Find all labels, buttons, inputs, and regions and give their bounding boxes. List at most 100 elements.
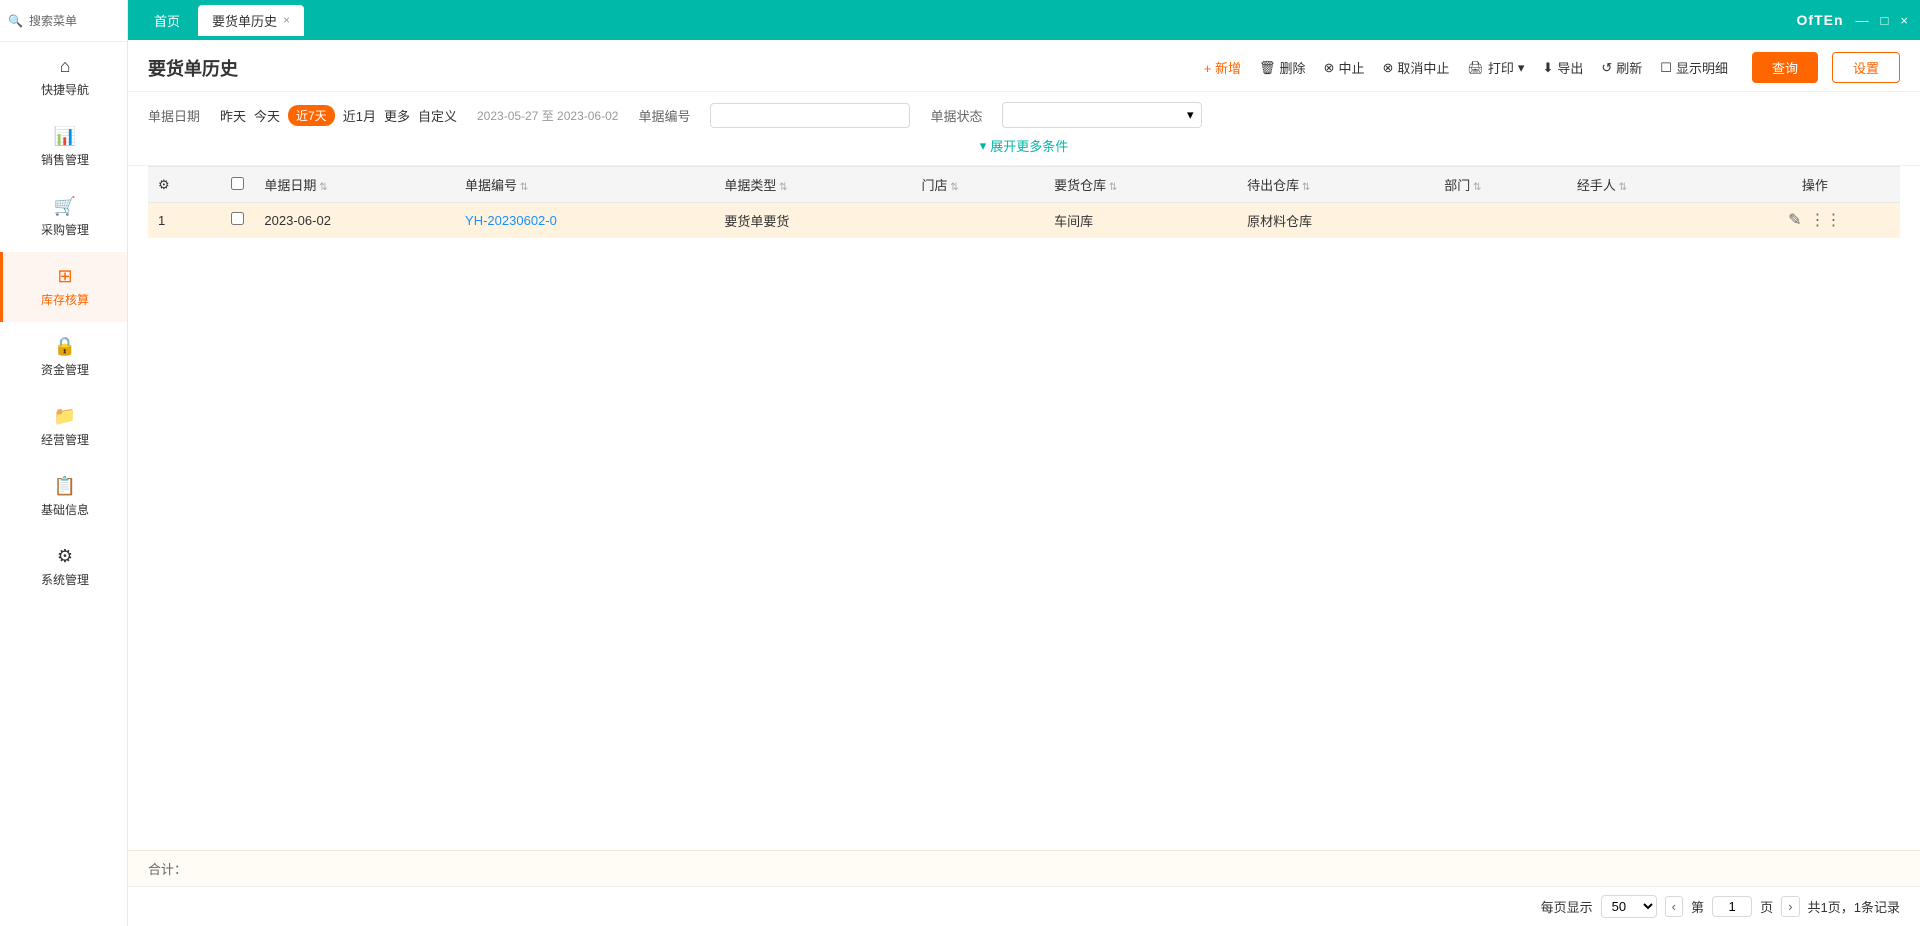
date-filter-label: 单据日期	[148, 106, 200, 125]
row-op: ✎ ⋮⋮	[1730, 203, 1900, 238]
sidebar-item-finance[interactable]: 🔒 资金管理	[0, 322, 127, 392]
finance-icon: 🔒	[54, 336, 76, 357]
expand-btn[interactable]: ▾ 展开更多条件	[980, 136, 1069, 155]
refresh-button[interactable]: ↺ 刷新	[1599, 54, 1644, 81]
sidebar-item-basic[interactable]: 📋 基础信息	[0, 462, 127, 532]
date-btn-today[interactable]: 今天	[254, 106, 280, 125]
total-label: 合计：	[148, 859, 187, 878]
dropdown-icon: ▾	[1187, 107, 1194, 123]
filter-row-expand: ▾ 展开更多条件	[148, 136, 1900, 155]
home-icon: ⌂	[60, 56, 71, 77]
doc-no-input[interactable]	[710, 103, 910, 128]
col-header-handler[interactable]: 经手人	[1567, 167, 1730, 203]
sidebar-item-label: 快捷导航	[41, 81, 89, 98]
col-header-dept[interactable]: 部门	[1434, 167, 1567, 203]
sidebar-item-sales[interactable]: 📊 销售管理	[0, 112, 127, 182]
print-dropdown-icon: ▾	[1518, 60, 1525, 76]
cancel-stop-icon: ⊗	[1382, 60, 1393, 76]
date-btn-custom[interactable]: 自定义	[418, 106, 457, 125]
maximize-btn[interactable]: □	[1881, 13, 1889, 28]
sidebar-item-system[interactable]: ⚙ 系统管理	[0, 532, 127, 602]
col-settings-icon[interactable]: ⚙	[158, 177, 170, 192]
settings-col-header: ⚙	[148, 167, 221, 203]
col-header-doc-date[interactable]: 单据日期	[254, 167, 455, 203]
col-header-store[interactable]: 门店	[912, 167, 1045, 203]
date-btn-more[interactable]: 更多	[384, 106, 410, 125]
row-doc-no: YH-20230602-0	[455, 203, 714, 238]
table-header: ⚙ 单据日期 单据编号 单据类型 门店 要货仓库 待出仓库 部门 经手人 操	[148, 167, 1900, 203]
date-btn-1month[interactable]: 近1月	[343, 106, 376, 125]
system-icon: ⚙	[57, 546, 73, 567]
print-button[interactable]: 🖨 打印 ▾	[1465, 54, 1526, 81]
page-title: 要货单历史	[148, 55, 238, 81]
inventory-icon: ⊞	[57, 266, 72, 287]
sidebar-search[interactable]: 🔍 搜索菜单	[0, 0, 127, 42]
date-btn-7days[interactable]: 近7天	[288, 105, 335, 126]
basic-icon: 📋	[54, 476, 76, 497]
filter-row-1: 单据日期 昨天 今天 近7天 近1月 更多 自定义 2023-05-27 至 2…	[148, 102, 1900, 128]
active-tab-label: 要货单历史	[212, 11, 277, 30]
sidebar-item-quick-nav[interactable]: ⌂ 快捷导航	[0, 42, 127, 112]
status-select[interactable]: ▾	[1002, 102, 1202, 128]
close-btn[interactable]: ×	[1900, 13, 1908, 28]
stop-icon: ⊗	[1324, 60, 1335, 76]
data-table: ⚙ 单据日期 单据编号 单据类型 门店 要货仓库 待出仓库 部门 经手人 操	[148, 166, 1900, 238]
expand-icon: ▾	[980, 138, 987, 154]
display-detail-button[interactable]: ☐ 显示明细	[1658, 54, 1730, 81]
next-page-btn[interactable]: ›	[1781, 896, 1799, 917]
checkbox-col-header	[221, 167, 254, 203]
date-btn-yesterday[interactable]: 昨天	[220, 106, 246, 125]
settings-button[interactable]: 设置	[1832, 52, 1900, 83]
sidebar-item-label: 经营管理	[41, 431, 89, 448]
table-wrap: ⚙ 单据日期 单据编号 单据类型 门店 要货仓库 待出仓库 部门 经手人 操	[128, 166, 1920, 850]
sidebar-item-purchase[interactable]: 🛒 采购管理	[0, 182, 127, 252]
sidebar-item-operations[interactable]: 📁 经营管理	[0, 392, 127, 462]
sidebar: 🔍 搜索菜单 ⌂ 快捷导航 📊 销售管理 🛒 采购管理 ⊞ 库存核算 🔒 资金管…	[0, 0, 128, 926]
search-icon: 🔍	[8, 14, 23, 28]
page-size-select[interactable]: 20 50 100	[1601, 895, 1657, 918]
export-label: 导出	[1557, 58, 1583, 77]
display-detail-label: 显示明细	[1676, 58, 1728, 77]
sidebar-item-inventory[interactable]: ⊞ 库存核算	[0, 252, 127, 322]
col-header-op: 操作	[1730, 167, 1900, 203]
more-icon[interactable]: ⋮⋮	[1810, 210, 1842, 230]
delete-icon: 🗑	[1259, 60, 1276, 76]
col-header-req-warehouse[interactable]: 要货仓库	[1044, 167, 1237, 203]
purchase-icon: 🛒	[54, 196, 76, 217]
row-checkbox	[221, 203, 254, 238]
edit-icon[interactable]: ✎	[1788, 210, 1801, 230]
topbar-right: OfTEn — □ ×	[1797, 12, 1908, 28]
row-handler	[1567, 203, 1730, 238]
new-button[interactable]: + 新增	[1202, 54, 1243, 81]
row-doc-date: 2023-06-02	[254, 203, 455, 238]
select-all-checkbox[interactable]	[231, 177, 244, 190]
row-doc-type: 要货单要货	[714, 203, 911, 238]
stop-button[interactable]: ⊗ 中止	[1322, 54, 1367, 81]
cancel-stop-button[interactable]: ⊗ 取消中止	[1380, 54, 1451, 81]
doc-no-link[interactable]: YH-20230602-0	[465, 213, 557, 228]
sidebar-item-label: 基础信息	[41, 501, 89, 518]
tab-active[interactable]: 要货单历史 ×	[198, 5, 304, 36]
pagination: 每页显示 20 50 100 ‹ 第 页 › 共1页，1条记录	[128, 886, 1920, 926]
page-size-label: 每页显示	[1541, 897, 1593, 916]
refresh-label: 刷新	[1616, 58, 1642, 77]
col-header-doc-no[interactable]: 单据编号	[455, 167, 714, 203]
tab-close-icon[interactable]: ×	[283, 13, 290, 27]
sidebar-item-label: 销售管理	[41, 151, 89, 168]
operations-icon: 📁	[54, 406, 76, 427]
stop-label: 中止	[1338, 58, 1364, 77]
tab-home[interactable]: 首页	[140, 5, 194, 36]
delete-button[interactable]: 🗑 删除	[1257, 54, 1308, 81]
delete-label: 删除	[1280, 58, 1306, 77]
col-header-pending-warehouse[interactable]: 待出仓库	[1237, 167, 1434, 203]
row-select-checkbox[interactable]	[231, 212, 244, 225]
query-button[interactable]: 查询	[1752, 52, 1818, 83]
minimize-btn[interactable]: —	[1856, 13, 1869, 28]
row-dept	[1434, 203, 1567, 238]
page-num-input[interactable]	[1712, 896, 1752, 917]
checkbox-icon: ☐	[1660, 60, 1672, 76]
prev-page-btn[interactable]: ‹	[1665, 896, 1683, 917]
export-button[interactable]: ⬇ 导出	[1540, 54, 1585, 81]
row-pending-warehouse: 原材料仓库	[1237, 203, 1434, 238]
col-header-doc-type[interactable]: 单据类型	[714, 167, 911, 203]
